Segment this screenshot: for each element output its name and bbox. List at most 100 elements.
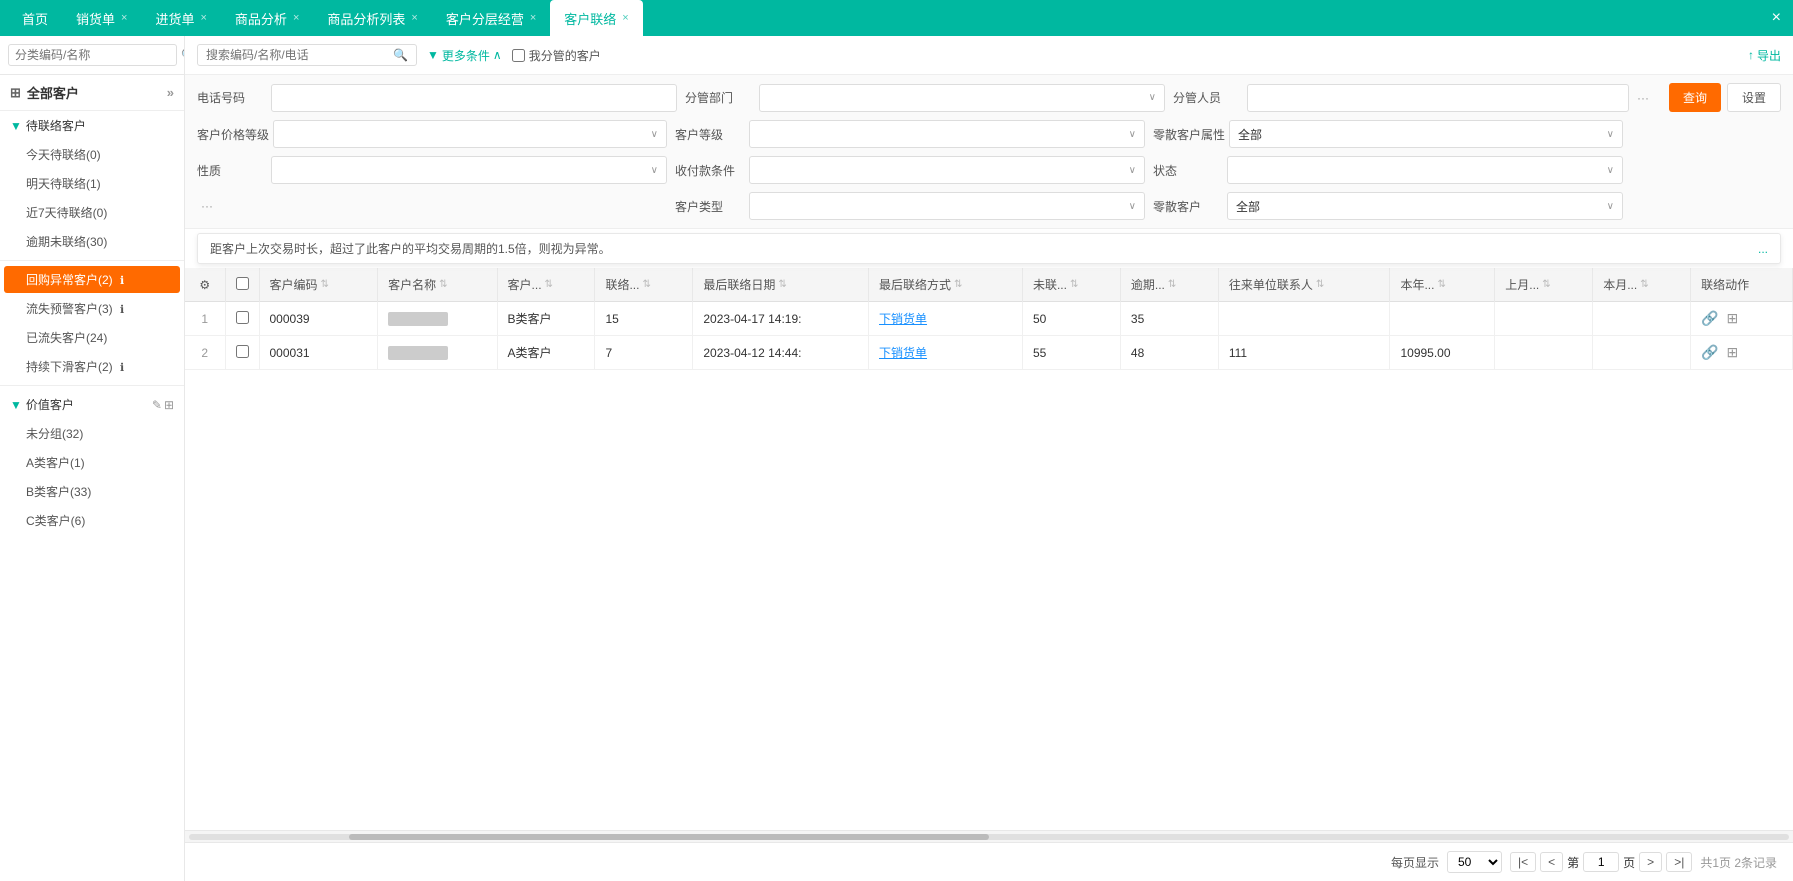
sort-icon-this-month: ⇅ xyxy=(1640,279,1648,290)
sort-last-month[interactable]: 上月... ⇅ xyxy=(1505,276,1582,293)
row1-code: 000039 xyxy=(259,302,378,336)
nav-home[interactable]: 首页 xyxy=(8,0,62,36)
filter-cell-price-level: 客户价格等级 ∨ xyxy=(197,120,667,148)
per-page-select[interactable]: 50 100 200 xyxy=(1447,851,1502,873)
row2-checkbox[interactable] xyxy=(236,345,249,358)
sidebar-all-customers-title[interactable]: ⊞ 全部客户 » xyxy=(0,75,184,111)
person-dots[interactable]: ··· xyxy=(1633,91,1653,105)
sidebar-item-today[interactable]: 今天待联络(0) xyxy=(4,141,180,168)
sort-last-date[interactable]: 最后联络日期 ⇅ xyxy=(703,276,858,293)
nav-sales[interactable]: 销货单 × xyxy=(62,0,141,36)
sidebar-item-b-class[interactable]: B类客户(33) xyxy=(4,478,180,505)
filter-search-icon[interactable]: 🔍 xyxy=(393,48,408,62)
nav-customer-contact[interactable]: 客户联络 × xyxy=(550,0,642,36)
sidebar-search-input[interactable] xyxy=(8,44,177,66)
nav-purchase[interactable]: 进货单 × xyxy=(141,0,220,36)
scroll-thumb[interactable] xyxy=(349,834,989,840)
customer-type-select[interactable]: ∨ xyxy=(749,192,1145,220)
dept-select[interactable]: ∨ xyxy=(759,84,1165,112)
nav-sales-close[interactable]: × xyxy=(121,12,127,24)
nav-analysis-list-close[interactable]: × xyxy=(411,12,417,24)
row1-overdue: 35 xyxy=(1120,302,1218,336)
nav-customer-segment-close[interactable]: × xyxy=(530,12,536,24)
table-row: 1 000039 B类客户 xyxy=(185,302,1793,336)
filter-actions: 查询 设置 xyxy=(1669,83,1781,112)
row1-last-method-link[interactable]: 下销货单 xyxy=(879,312,927,326)
next-page-button[interactable]: > xyxy=(1639,852,1662,872)
add-group-icon[interactable]: ⊞ xyxy=(164,398,174,412)
sidebar-divider-2 xyxy=(0,385,184,386)
horizontal-scrollbar[interactable] xyxy=(185,830,1793,842)
sidebar-item-overdue[interactable]: 逾期未联络(30) xyxy=(4,228,180,255)
row1-checkbox[interactable] xyxy=(236,311,249,324)
sort-overdue[interactable]: 逾期... ⇅ xyxy=(1131,276,1208,293)
settings-icon[interactable]: ⚙ xyxy=(199,278,210,292)
filter-search-input[interactable] xyxy=(206,48,389,62)
row2-last-method-link[interactable]: 下销货单 xyxy=(879,346,927,360)
row1-this-year xyxy=(1390,302,1495,336)
row1-grid-icon[interactable]: ⊞ xyxy=(1727,310,1739,327)
row4-dots[interactable]: ··· xyxy=(197,199,217,213)
export-button[interactable]: ↑ 导出 xyxy=(1748,47,1781,64)
sort-type[interactable]: 客户... ⇅ xyxy=(508,276,585,293)
sidebar-item-tomorrow[interactable]: 明天待联络(1) xyxy=(4,170,180,197)
query-button[interactable]: 查询 xyxy=(1669,83,1721,112)
price-level-select[interactable]: ∨ xyxy=(273,120,667,148)
sort-code[interactable]: 客户编码 ⇅ xyxy=(270,276,368,293)
sidebar-item-continuous[interactable]: 持续下滑客户(2) ℹ xyxy=(4,353,180,380)
sort-this-year[interactable]: 本年... ⇅ xyxy=(1400,276,1484,293)
sidebar-collapse-icon[interactable]: » xyxy=(167,85,174,100)
col-header-last-month: 上月... ⇅ xyxy=(1495,268,1593,302)
nav-customer-contact-close[interactable]: × xyxy=(622,12,628,24)
prev-page-button[interactable]: < xyxy=(1540,852,1563,872)
payment-select[interactable]: ∨ xyxy=(749,156,1145,184)
person-input[interactable] xyxy=(1247,84,1629,112)
first-page-button[interactable]: |< xyxy=(1510,852,1536,872)
tooltip-dots[interactable]: ... xyxy=(1758,242,1768,256)
row1-name-blurred xyxy=(388,312,448,326)
sidebar-item-already-lost[interactable]: 已流失客户(24) xyxy=(4,324,180,351)
sidebar-item-week[interactable]: 近7天待联络(0) xyxy=(4,199,180,226)
sidebar-item-a-class[interactable]: A类客户(1) xyxy=(4,449,180,476)
nav-analysis-close[interactable]: × xyxy=(293,12,299,24)
sidebar-item-repurchase-abnormal[interactable]: 回购异常客户(2) ℹ xyxy=(4,266,180,293)
filter-cell-retail-attr: 零散客户属性 全部 ∨ xyxy=(1153,120,1623,148)
window-close-button[interactable]: × xyxy=(1772,9,1781,27)
page-input[interactable] xyxy=(1583,852,1619,872)
sort-not-contact[interactable]: 未联... ⇅ xyxy=(1033,276,1110,293)
customer-level-select[interactable]: ∨ xyxy=(749,120,1145,148)
retail-attr-select[interactable]: 全部 ∨ xyxy=(1229,120,1623,148)
nav-purchase-close[interactable]: × xyxy=(200,12,206,24)
last-page-button[interactable]: >| xyxy=(1666,852,1692,872)
nav-analysis[interactable]: 商品分析 × xyxy=(221,0,313,36)
nav-customer-segment[interactable]: 客户分层经营 × xyxy=(432,0,550,36)
sort-name[interactable]: 客户名称 ⇅ xyxy=(388,276,486,293)
more-conditions-button[interactable]: ▼ 更多条件 ∧ xyxy=(427,47,502,64)
row2-grid-icon[interactable]: ⊞ xyxy=(1727,344,1739,361)
settings-button[interactable]: 设置 xyxy=(1727,83,1781,112)
sidebar-item-lost-predicted[interactable]: 流失预警客户(3) ℹ xyxy=(4,295,180,322)
sort-this-month[interactable]: 本月... ⇅ xyxy=(1603,276,1680,293)
sort-unit-contact[interactable]: 往来单位联系人 ⇅ xyxy=(1229,276,1380,293)
sort-last-method[interactable]: 最后联络方式 ⇅ xyxy=(879,276,1012,293)
my-customers-checkbox[interactable] xyxy=(512,49,525,62)
sidebar-item-unsorted[interactable]: 未分组(32) xyxy=(4,420,180,447)
select-all-checkbox[interactable] xyxy=(236,277,249,290)
sidebar-waiting-group[interactable]: ▼ 待联络客户 xyxy=(0,111,184,140)
sort-contact[interactable]: 联络... ⇅ xyxy=(605,276,682,293)
sidebar-item-c-class[interactable]: C类客户(6) xyxy=(4,507,180,534)
nav-analysis-list[interactable]: 商品分析列表 × xyxy=(313,0,431,36)
sidebar-valuable-group-title[interactable]: ▼ 价值客户 ✎ ⊞ xyxy=(0,390,184,419)
row2-check xyxy=(225,336,259,370)
row2-link-icon[interactable]: 🔗 xyxy=(1701,344,1718,361)
row2-type: A类客户 xyxy=(497,336,595,370)
col-header-last-date: 最后联络日期 ⇅ xyxy=(693,268,869,302)
edit-icon[interactable]: ✎ xyxy=(152,398,162,412)
nature-select[interactable]: ∨ xyxy=(271,156,667,184)
status-select[interactable]: ∨ xyxy=(1227,156,1623,184)
row1-link-icon[interactable]: 🔗 xyxy=(1701,310,1718,327)
scroll-track xyxy=(189,834,1789,840)
row1-name xyxy=(378,302,497,336)
retail-customer-select[interactable]: 全部 ∨ xyxy=(1227,192,1623,220)
phone-input[interactable] xyxy=(271,84,677,112)
